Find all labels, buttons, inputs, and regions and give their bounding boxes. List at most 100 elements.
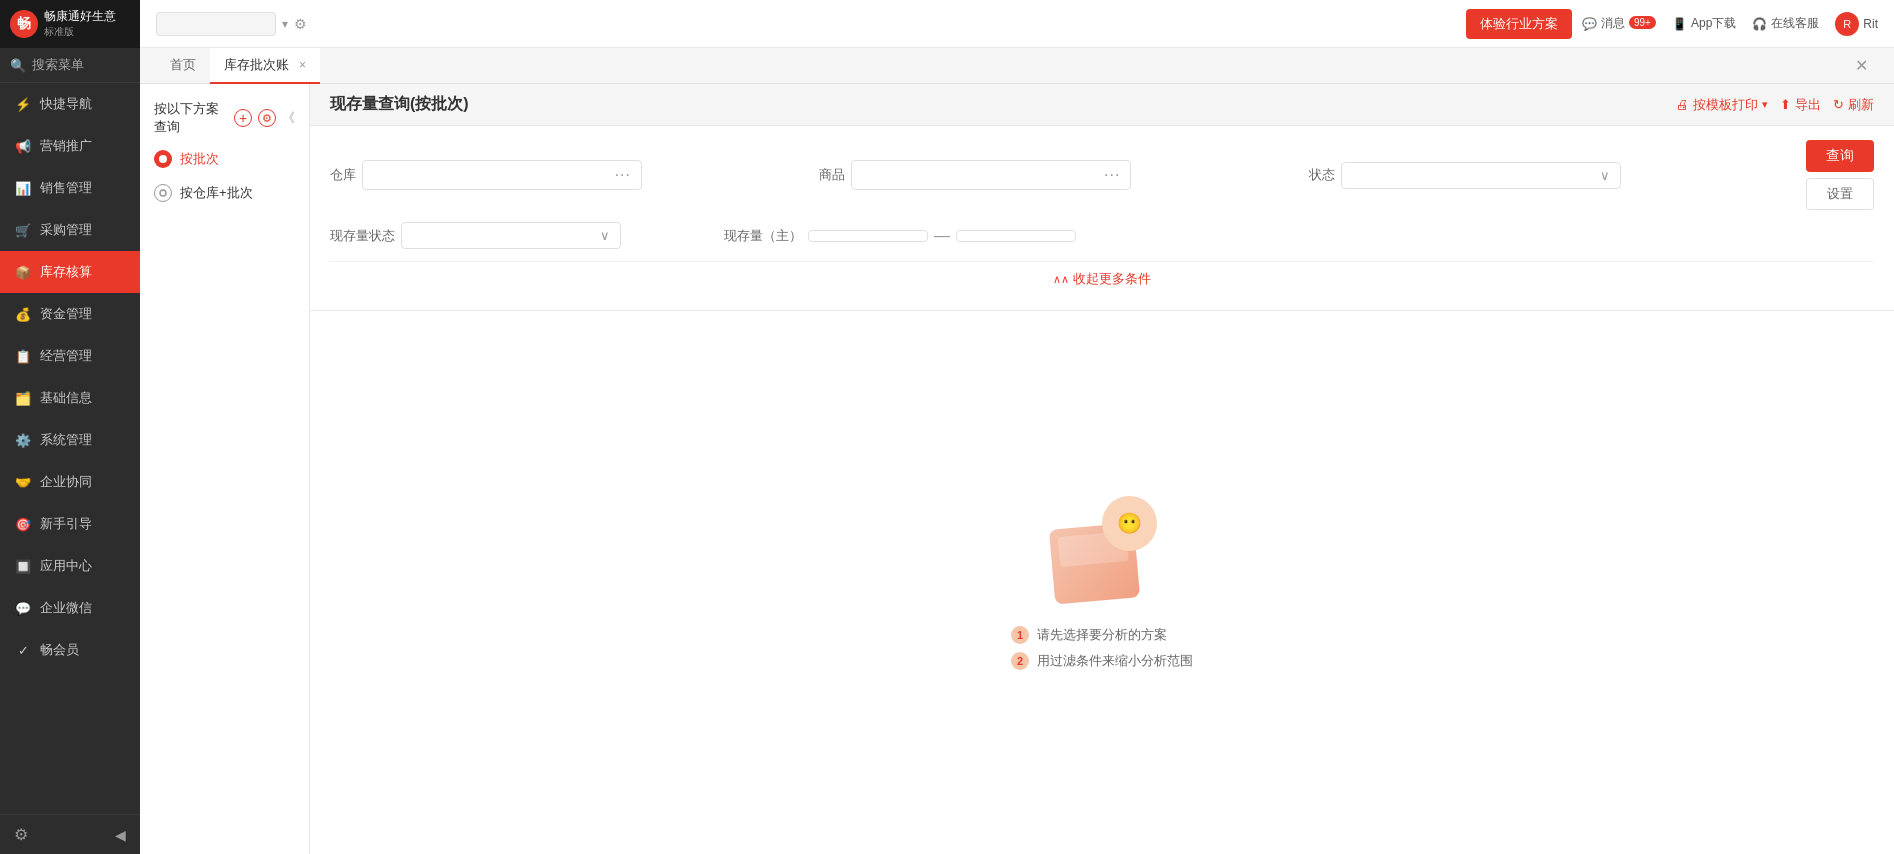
tab-home[interactable]: 首页 [156,48,210,84]
stock-qty-label: 现存量（主） [724,227,802,245]
sidebar-search[interactable]: 🔍 搜索菜单 [0,48,140,83]
svg-point-1 [160,190,166,196]
topbar: ▾ ⚙ 体验行业方案 💬 消息 99+ 📱 App下载 🎧 在线客服 R Rit [140,0,1894,48]
sidebar-item-label: 企业协同 [40,473,92,491]
settings-plan-icon[interactable]: ⚙ [258,109,276,127]
online-service-button[interactable]: 🎧 在线客服 [1752,15,1819,32]
avatar-icon: R [1835,12,1859,36]
refresh-button[interactable]: ↻ 刷新 [1833,96,1874,114]
message-button[interactable]: 💬 消息 99+ [1582,15,1656,32]
filter-row-1: 仓库 ··· 商品 ··· [330,140,1874,210]
panel-title-text: 按以下方案查询 [154,100,226,136]
sidebar-item-app-center[interactable]: 🔲 应用中心 [0,545,140,587]
sidebar-item-wechat[interactable]: 💬 企业微信 [0,587,140,629]
status-select[interactable]: ∨ [1341,162,1621,189]
content-area: 按以下方案查询 + ⚙ 《 按批次 按仓库+批次 [140,84,1894,854]
sidebar-item-quick-nav[interactable]: ⚡ 快捷导航 [0,83,140,125]
trial-button[interactable]: 体验行业方案 [1466,9,1572,39]
app-subtitle: 标准版 [44,25,116,39]
purchase-icon: 🛒 [14,221,32,239]
sidebar-item-label: 资金管理 [40,305,92,323]
sidebar-item-vip[interactable]: ✓ 畅会员 [0,629,140,671]
app-title: 畅康通好生意 [44,9,116,25]
filter-warehouse: 仓库 ··· [330,160,805,190]
filter-collapse-button[interactable]: ∧∧ 收起更多条件 [330,261,1874,296]
sidebar: 畅 畅康通好生意 标准版 🔍 搜索菜单 ⚡ 快捷导航 📢 营销推广 📊 销售管理… [0,0,140,854]
stock-status-label: 现存量状态 [330,227,395,245]
sidebar-item-guide[interactable]: 🎯 新手引导 [0,503,140,545]
wechat-icon: 💬 [14,599,32,617]
user-avatar[interactable]: R Rit [1835,12,1878,36]
sidebar-item-sales[interactable]: 📊 销售管理 [0,167,140,209]
sidebar-item-inventory[interactable]: 📦 库存核算 [0,251,140,293]
collapse-sidebar-icon[interactable]: ◀ [115,827,126,843]
empty-tip-2: 2 用过滤条件来缩小分析范围 [1011,652,1193,670]
tip-num-1: 1 [1011,626,1029,644]
sidebar-item-label: 采购管理 [40,221,92,239]
warehouse-input[interactable]: ··· [362,160,642,190]
settings-button[interactable]: 设置 [1806,178,1874,210]
product-input[interactable]: ··· [851,160,1131,190]
status-dropdown-icon: ∨ [1600,168,1610,183]
sidebar-item-label: 经营管理 [40,347,92,365]
topbar-settings-icon[interactable]: ⚙ [294,16,307,32]
filter-row-2: 现存量状态 ∨ 现存量（主） — [330,222,1874,249]
plan-dot-outline [154,184,172,202]
operations-icon: 📋 [14,347,32,365]
topbar-search-input[interactable] [156,12,276,36]
settings-icon[interactable]: ⚙ [14,825,28,844]
tab-inventory-batch[interactable]: 库存批次账 × [210,48,320,84]
collapse-label: 收起更多条件 [1073,270,1151,288]
topbar-dropdown-icon[interactable]: ▾ [282,17,288,31]
tab-close-icon[interactable]: × [299,58,306,72]
collapse-panel-icon[interactable]: 《 [282,109,295,127]
sidebar-item-label: 新手引导 [40,515,92,533]
topbar-actions: 💬 消息 99+ 📱 App下载 🎧 在线客服 R Rit [1582,12,1878,36]
stock-qty-dash: — [934,227,950,245]
empty-tip-1: 1 请先选择要分析的方案 [1011,626,1193,644]
product-more-icon[interactable]: ··· [1104,166,1120,184]
vip-icon: ✓ [14,641,32,659]
tab-home-label: 首页 [170,56,196,74]
add-plan-icon[interactable]: + [234,109,252,127]
sidebar-item-marketing[interactable]: 📢 营销推广 [0,125,140,167]
app-logo: 畅 [10,10,38,38]
sidebar-item-finance[interactable]: 💰 资金管理 [0,293,140,335]
enterprise-icon: 🤝 [14,473,32,491]
warehouse-more-icon[interactable]: ··· [615,166,631,184]
marketing-icon: 📢 [14,137,32,155]
query-button[interactable]: 查询 [1806,140,1874,172]
tab-close-right-icon[interactable]: ✕ [1845,56,1878,75]
plan-item-batch[interactable]: 按批次 [140,142,309,176]
filter-stock-qty: 现存量（主） — [724,227,1104,245]
empty-tips: 1 请先选择要分析的方案 2 用过滤条件来缩小分析范围 [1011,626,1193,670]
print-button[interactable]: 🖨 按模板打印 ▾ [1676,96,1768,114]
panel-title-actions: + ⚙ 《 [234,109,295,127]
plan-item-warehouse-batch[interactable]: 按仓库+批次 [140,176,309,210]
print-icon: 🖨 [1676,97,1689,112]
app-center-icon: 🔲 [14,557,32,575]
sidebar-item-enterprise[interactable]: 🤝 企业协同 [0,461,140,503]
collapse-up-icon: ∧∧ [1053,273,1069,286]
sidebar-item-system[interactable]: ⚙️ 系统管理 [0,419,140,461]
sidebar-item-label: 营销推广 [40,137,92,155]
print-dropdown-icon[interactable]: ▾ [1762,98,1768,111]
sidebar-item-purchase[interactable]: 🛒 采购管理 [0,209,140,251]
main-area: ▾ ⚙ 体验行业方案 💬 消息 99+ 📱 App下载 🎧 在线客服 R Rit [140,0,1894,854]
stock-qty-min-input[interactable] [808,230,928,242]
stock-status-select[interactable]: ∨ [401,222,621,249]
sidebar-item-operations[interactable]: 📋 经营管理 [0,335,140,377]
online-service-label: 在线客服 [1771,15,1819,32]
empty-illustration: 😶 [1037,496,1167,606]
sidebar-item-basic-info[interactable]: 🗂️ 基础信息 [0,377,140,419]
sidebar-item-label: 库存核算 [40,263,92,281]
app-download-button[interactable]: 📱 App下载 [1672,15,1736,32]
left-panel: 按以下方案查询 + ⚙ 《 按批次 按仓库+批次 [140,84,310,854]
stock-qty-max-input[interactable] [956,230,1076,242]
finance-icon: 💰 [14,305,32,323]
search-icon: 🔍 [10,58,26,73]
tip-num-2: 2 [1011,652,1029,670]
sidebar-item-label: 应用中心 [40,557,92,575]
export-button[interactable]: ⬆ 导出 [1780,96,1821,114]
filter-status: 状态 ∨ [1309,162,1784,189]
